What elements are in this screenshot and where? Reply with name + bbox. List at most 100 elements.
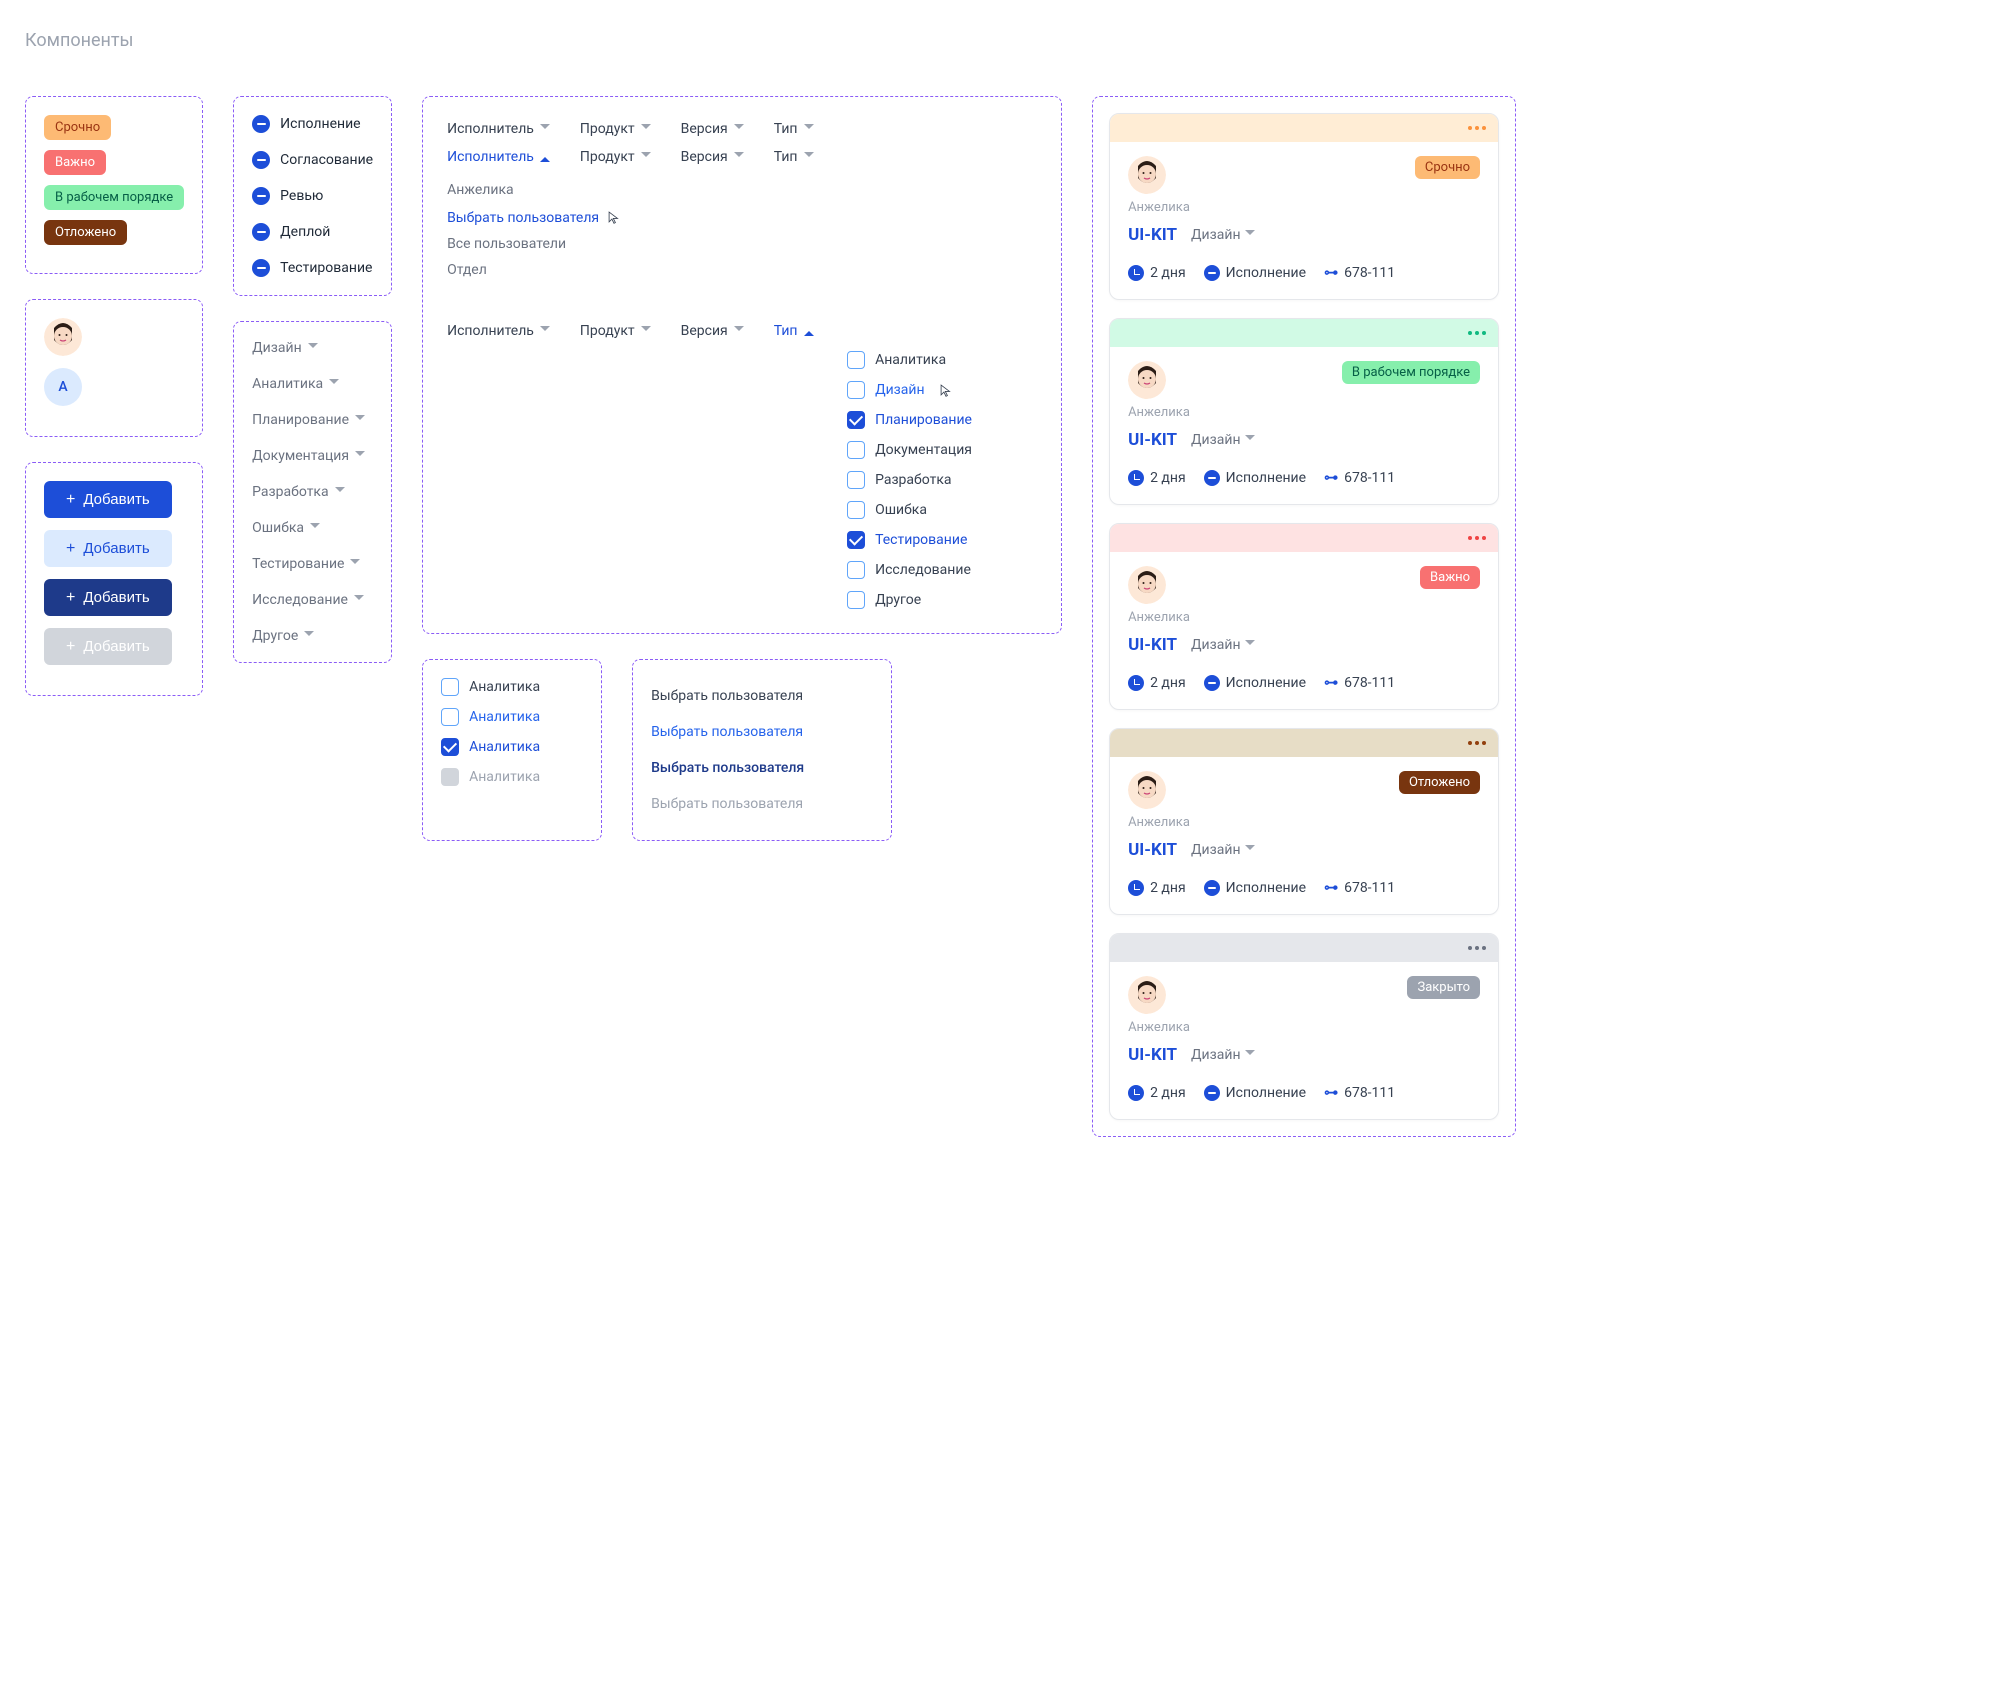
- add-button-secondary[interactable]: +Добавить: [44, 530, 172, 567]
- avatars-frame: А: [25, 299, 203, 437]
- checkbox-unchecked-icon: [847, 351, 865, 369]
- chevron-up-icon: [540, 152, 550, 162]
- chevron-down-icon: [310, 523, 320, 533]
- clock-icon: [1128, 1085, 1144, 1101]
- status-item[interactable]: Исполнение: [252, 115, 373, 133]
- checkbox-default[interactable]: Аналитика: [441, 678, 583, 696]
- filter-version[interactable]: Версия: [681, 121, 744, 137]
- link-active[interactable]: Выбрать пользователя: [651, 750, 873, 786]
- checkbox-checked-icon: [847, 531, 865, 549]
- status-dot-icon: [252, 223, 270, 241]
- type-option[interactable]: Тестирование: [847, 531, 1037, 549]
- task-card-postponed[interactable]: Анжелика Отложено UI-KIT Дизайн 2 дня Ис…: [1109, 728, 1499, 915]
- type-option[interactable]: Дизайн: [847, 381, 1037, 399]
- filters-frame: Исполнитель Продукт Версия Тип Исполните…: [422, 96, 1062, 634]
- status-item[interactable]: Ревью: [252, 187, 373, 205]
- status-dot-icon: [252, 151, 270, 169]
- key-icon: ⊶: [1324, 470, 1338, 486]
- clock-icon: [1128, 880, 1144, 896]
- chevron-down-icon: [355, 415, 365, 425]
- more-icon[interactable]: [1468, 946, 1486, 950]
- status-dot-icon: [1204, 880, 1220, 896]
- category-item[interactable]: Другое: [252, 628, 373, 644]
- filter-product[interactable]: Продукт: [580, 121, 651, 137]
- filter-version[interactable]: Версия: [681, 323, 744, 339]
- task-card-important[interactable]: Анжелика Важно UI-KIT Дизайн 2 дня Испол…: [1109, 523, 1499, 710]
- type-option[interactable]: Аналитика: [847, 351, 1037, 369]
- card-design-select[interactable]: Дизайн: [1191, 842, 1255, 858]
- link-states-frame: Выбрать пользователя Выбрать пользовател…: [632, 659, 892, 841]
- card-design-select[interactable]: Дизайн: [1191, 637, 1255, 653]
- clock-icon: [1128, 470, 1144, 486]
- chevron-down-icon: [1245, 1050, 1255, 1060]
- card-user-name: Анжелика: [1128, 1020, 1190, 1035]
- status-item[interactable]: Согласование: [252, 151, 373, 169]
- category-item[interactable]: Дизайн: [252, 340, 373, 356]
- key-icon: ⊶: [1324, 880, 1338, 896]
- category-item[interactable]: Ошибка: [252, 520, 373, 536]
- card-design-select[interactable]: Дизайн: [1191, 432, 1255, 448]
- dropdown-item-choose[interactable]: Выбрать пользователя: [447, 203, 1037, 231]
- dropdown-item-all[interactable]: Все пользователи: [447, 231, 1037, 257]
- status-item[interactable]: Деплой: [252, 223, 373, 241]
- chevron-down-icon: [540, 326, 550, 336]
- checkbox-checked[interactable]: Аналитика: [441, 738, 583, 756]
- more-icon[interactable]: [1468, 126, 1486, 130]
- task-card-closed[interactable]: Анжелика Закрыто UI-KIT Дизайн 2 дня Исп…: [1109, 933, 1499, 1120]
- card-status: Исполнение: [1204, 470, 1306, 486]
- plus-icon: +: [66, 492, 75, 508]
- category-item[interactable]: Аналитика: [252, 376, 373, 392]
- filter-type[interactable]: Тип: [774, 121, 814, 137]
- chevron-down-icon: [804, 124, 814, 134]
- category-item[interactable]: Исследование: [252, 592, 373, 608]
- status-dot-icon: [1204, 675, 1220, 691]
- type-option[interactable]: Другое: [847, 591, 1037, 609]
- category-item[interactable]: Документация: [252, 448, 373, 464]
- filter-version[interactable]: Версия: [681, 149, 744, 165]
- link-default[interactable]: Выбрать пользователя: [651, 678, 873, 714]
- filter-assignee-open[interactable]: Исполнитель: [447, 149, 550, 165]
- avatar-photo: [44, 318, 82, 356]
- clock-icon: [1128, 265, 1144, 281]
- filter-product[interactable]: Продукт: [580, 323, 651, 339]
- card-status: Исполнение: [1204, 265, 1306, 281]
- checkbox-hover[interactable]: Аналитика: [441, 708, 583, 726]
- checkbox-unchecked-icon: [847, 591, 865, 609]
- dropdown-item-dept[interactable]: Отдел: [447, 257, 1037, 283]
- dropdown-item-selected[interactable]: Анжелика: [447, 177, 1037, 203]
- type-option[interactable]: Ошибка: [847, 501, 1037, 519]
- more-icon[interactable]: [1468, 331, 1486, 335]
- badge-postponed: Отложено: [44, 220, 127, 245]
- status-item[interactable]: Тестирование: [252, 259, 373, 277]
- filter-type-open[interactable]: Тип: [774, 323, 814, 339]
- category-item[interactable]: Разработка: [252, 484, 373, 500]
- type-option[interactable]: Планирование: [847, 411, 1037, 429]
- chevron-down-icon: [335, 487, 345, 497]
- filter-product[interactable]: Продукт: [580, 149, 651, 165]
- chevron-up-icon: [804, 326, 814, 336]
- task-card-normal[interactable]: Анжелика В рабочем порядке UI-KIT Дизайн…: [1109, 318, 1499, 505]
- card-design-select[interactable]: Дизайн: [1191, 227, 1255, 243]
- more-icon[interactable]: [1468, 536, 1486, 540]
- plus-icon: +: [66, 541, 75, 557]
- card-badge: Закрыто: [1407, 976, 1480, 999]
- avatar-photo: [1128, 976, 1166, 1014]
- filter-assignee[interactable]: Исполнитель: [447, 121, 550, 137]
- task-card-urgent[interactable]: Анжелика Срочно UI-KIT Дизайн 2 дня Испо…: [1109, 113, 1499, 300]
- type-option[interactable]: Исследование: [847, 561, 1037, 579]
- category-item[interactable]: Тестирование: [252, 556, 373, 572]
- add-button-primary[interactable]: +Добавить: [44, 481, 172, 518]
- checkbox-unchecked-icon: [847, 471, 865, 489]
- category-item[interactable]: Планирование: [252, 412, 373, 428]
- filter-type[interactable]: Тип: [774, 149, 814, 165]
- card-key: ⊶678-111: [1324, 880, 1395, 896]
- link-hover[interactable]: Выбрать пользователя: [651, 714, 873, 750]
- type-option[interactable]: Документация: [847, 441, 1037, 459]
- card-badge: Важно: [1420, 566, 1480, 589]
- card-design-select[interactable]: Дизайн: [1191, 1047, 1255, 1063]
- add-button-dark[interactable]: +Добавить: [44, 579, 172, 616]
- more-icon[interactable]: [1468, 741, 1486, 745]
- statuses-frame: Исполнение Согласование Ревью Деплой Тес…: [233, 96, 392, 296]
- type-option[interactable]: Разработка: [847, 471, 1037, 489]
- filter-assignee[interactable]: Исполнитель: [447, 323, 550, 339]
